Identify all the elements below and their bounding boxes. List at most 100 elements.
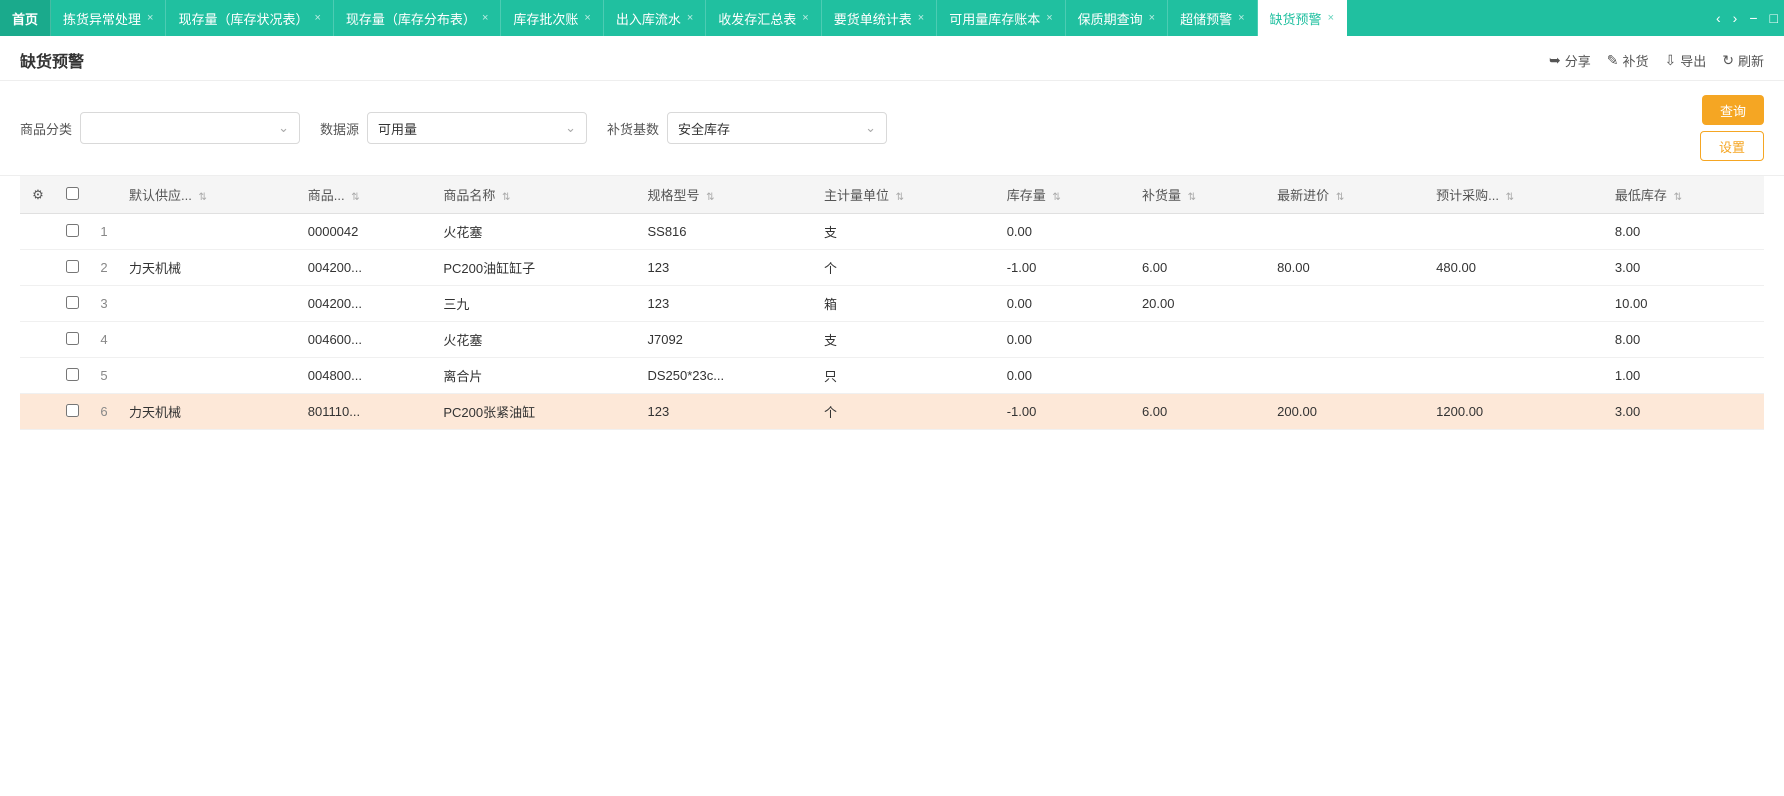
row-checkbox[interactable] — [66, 260, 79, 273]
row-spec: SS816 — [637, 214, 813, 250]
settings-button[interactable]: 设置 — [1700, 131, 1764, 161]
row-checkbox[interactable] — [66, 404, 79, 417]
tab-batch-account-label: 库存批次账 — [513, 9, 578, 28]
table-row: 3 004200... 三九 123 箱 0.00 20.00 10.00 — [20, 286, 1764, 322]
tab-inventory-status[interactable]: 现存量（库存状况表） × — [166, 0, 333, 36]
row-min-stock: 8.00 — [1605, 214, 1764, 250]
export-icon: ⇩ — [1665, 52, 1677, 69]
row-spec: 123 — [637, 286, 813, 322]
row-checkbox-cell[interactable] — [56, 394, 89, 430]
close-icon[interactable]: × — [584, 12, 590, 24]
row-checkbox[interactable] — [66, 368, 79, 381]
category-filter-group: 商品分类 ⌄ — [20, 112, 300, 144]
datasource-select[interactable]: 可用量 ⌄ — [367, 112, 587, 144]
table-row: 5 004800... 离合片 DS250*23c... 只 0.00 1.00 — [20, 358, 1764, 394]
query-button[interactable]: 查询 — [1702, 95, 1764, 125]
close-icon[interactable]: × — [1328, 12, 1334, 24]
col-settings[interactable]: ⚙ — [20, 176, 56, 214]
row-default-supplier — [119, 214, 298, 250]
close-icon[interactable]: × — [1238, 12, 1244, 24]
row-unit: 支 — [814, 214, 997, 250]
col-product-code[interactable]: 商品... ⇅ — [298, 176, 434, 214]
row-number: 5 — [89, 358, 119, 394]
row-stock-qty: 0.00 — [997, 214, 1132, 250]
category-select[interactable]: ⌄ — [80, 112, 300, 144]
tab-minimize-button[interactable]: − — [1743, 0, 1763, 36]
refresh-icon: ↻ — [1722, 52, 1734, 69]
refresh-button[interactable]: ↻ 刷新 — [1722, 51, 1764, 70]
row-spec: J7092 — [637, 322, 813, 358]
tab-prev-button[interactable]: ‹ — [1710, 0, 1727, 36]
tab-maximize-button[interactable]: □ — [1764, 0, 1784, 36]
col-spec[interactable]: 规格型号 ⇅ — [637, 176, 813, 214]
col-replenish-qty[interactable]: 补货量 ⇅ — [1132, 176, 1267, 214]
tab-shortage[interactable]: 缺货预警 × — [1258, 0, 1347, 36]
row-checkbox-cell[interactable] — [56, 214, 89, 250]
tab-home[interactable]: 首页 — [0, 0, 51, 36]
close-icon[interactable]: × — [147, 12, 153, 24]
row-checkbox[interactable] — [66, 224, 79, 237]
row-number: 4 — [89, 322, 119, 358]
row-settings-cell — [20, 358, 56, 394]
row-checkbox[interactable] — [66, 332, 79, 345]
datasource-filter-group: 数据源 可用量 ⌄ — [320, 112, 587, 144]
row-product-name: 火花塞 — [433, 322, 637, 358]
row-product-code: 801110... — [298, 394, 434, 430]
close-icon[interactable]: × — [482, 12, 488, 24]
data-table: ⚙ 默认供应... ⇅ 商品... ⇅ 商品名称 — [20, 176, 1764, 430]
row-checkbox-cell[interactable] — [56, 322, 89, 358]
row-product-code: 004200... — [298, 250, 434, 286]
row-checkbox-cell[interactable] — [56, 286, 89, 322]
row-stock-qty: 0.00 — [997, 286, 1132, 322]
tab-order-stats-label: 要货单统计表 — [834, 9, 912, 28]
tab-expiry-query[interactable]: 保质期查询 × — [1066, 0, 1168, 36]
tab-overstock[interactable]: 超储预警 × — [1168, 0, 1257, 36]
col-min-stock[interactable]: 最低库存 ⇅ — [1605, 176, 1764, 214]
col-latest-price[interactable]: 最新进价 ⇅ — [1267, 176, 1426, 214]
col-stock-qty[interactable]: 库存量 ⇅ — [997, 176, 1132, 214]
tab-exception[interactable]: 拣货异常处理 × — [51, 0, 166, 36]
row-checkbox-cell[interactable] — [56, 250, 89, 286]
tab-inventory-dist[interactable]: 现存量（库存分布表） × — [334, 0, 501, 36]
row-checkbox-cell[interactable] — [56, 358, 89, 394]
close-icon[interactable]: × — [314, 12, 320, 24]
sort-icon: ⇅ — [1052, 192, 1060, 203]
row-min-stock: 10.00 — [1605, 286, 1764, 322]
col-default-supplier[interactable]: 默认供应... ⇅ — [119, 176, 298, 214]
tab-receipt-summary[interactable]: 收发存汇总表 × — [706, 0, 821, 36]
row-latest-price: 200.00 — [1267, 394, 1426, 430]
col-spec-label: 规格型号 — [647, 188, 699, 203]
tab-available-ledger-label: 可用量库存账本 — [949, 9, 1040, 28]
tab-next-button[interactable]: › — [1727, 0, 1744, 36]
share-button[interactable]: ➥ 分享 — [1549, 51, 1591, 70]
close-icon[interactable]: × — [687, 12, 693, 24]
col-product-name[interactable]: 商品名称 ⇅ — [433, 176, 637, 214]
col-product-name-label: 商品名称 — [443, 188, 495, 203]
close-icon[interactable]: × — [1046, 12, 1052, 24]
col-checkbox[interactable] — [56, 176, 89, 214]
close-icon[interactable]: × — [1149, 12, 1155, 24]
replenish-base-select[interactable]: 安全库存 ⌄ — [667, 112, 887, 144]
export-button[interactable]: ⇩ 导出 — [1665, 51, 1707, 70]
row-default-supplier — [119, 286, 298, 322]
row-stock-qty: -1.00 — [997, 394, 1132, 430]
row-est-purchase: 480.00 — [1426, 250, 1605, 286]
replenish-button[interactable]: ✎ 补货 — [1607, 51, 1649, 70]
row-checkbox[interactable] — [66, 296, 79, 309]
close-icon[interactable]: × — [802, 12, 808, 24]
tab-available-ledger[interactable]: 可用量库存账本 × — [937, 0, 1065, 36]
col-est-purchase[interactable]: 预计采购... ⇅ — [1426, 176, 1605, 214]
datasource-select-value: 可用量 — [378, 119, 417, 138]
page-header: 缺货预警 ➥ 分享 ✎ 补货 ⇩ 导出 ↻ 刷新 — [0, 36, 1784, 81]
select-all-checkbox[interactable] — [66, 187, 79, 200]
share-icon: ➥ — [1549, 52, 1561, 69]
col-unit[interactable]: 主计量单位 ⇅ — [814, 176, 997, 214]
col-rownum — [89, 176, 119, 214]
tab-bar: 首页 拣货异常处理 × 现存量（库存状况表） × 现存量（库存分布表） × 库存… — [0, 0, 1784, 36]
close-icon[interactable]: × — [918, 12, 924, 24]
row-product-code: 004200... — [298, 286, 434, 322]
row-number: 6 — [89, 394, 119, 430]
tab-inout-flow[interactable]: 出入库流水 × — [604, 0, 706, 36]
tab-batch-account[interactable]: 库存批次账 × — [501, 0, 603, 36]
tab-order-stats[interactable]: 要货单统计表 × — [822, 0, 937, 36]
